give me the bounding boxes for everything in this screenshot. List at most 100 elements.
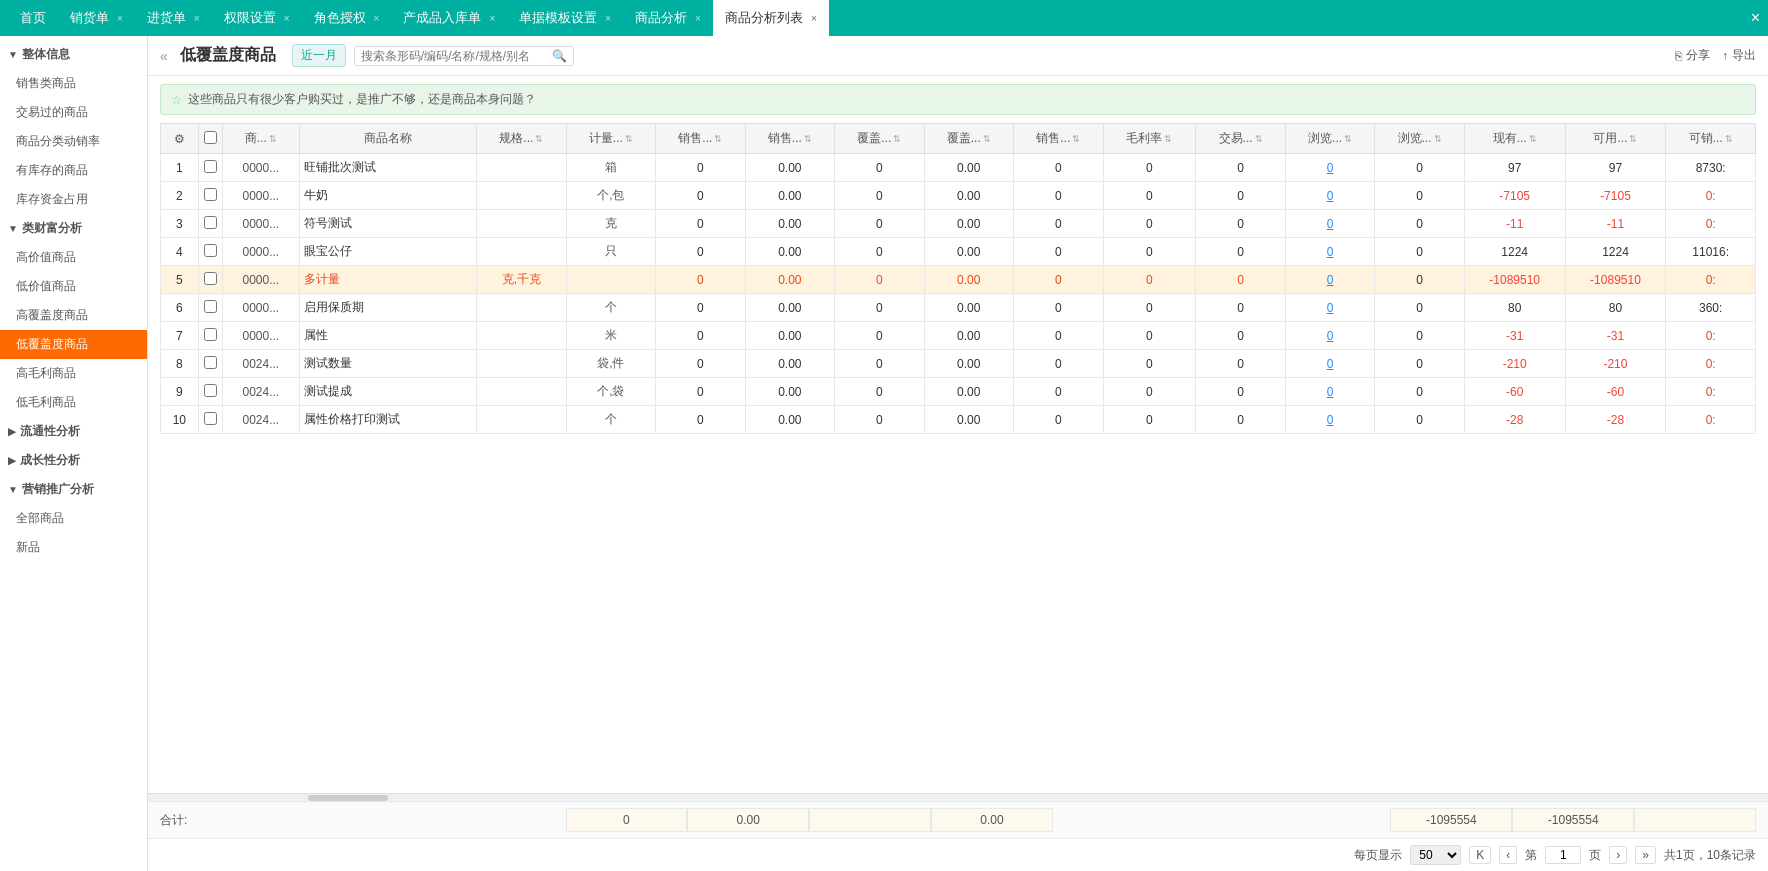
close-icon[interactable]: × [489, 13, 495, 24]
row-checkbox[interactable] [198, 378, 222, 406]
row-select-checkbox[interactable] [204, 412, 217, 425]
row-select-checkbox[interactable] [204, 328, 217, 341]
row-browse1[interactable]: 0 [1285, 266, 1374, 294]
row-browse1[interactable]: 0 [1285, 182, 1374, 210]
row-browse1[interactable]: 0 [1285, 322, 1374, 350]
nav-item-roles[interactable]: 角色授权 × [302, 0, 392, 36]
close-icon[interactable]: × [695, 13, 701, 24]
row-name[interactable]: 属性 [299, 322, 476, 350]
sidebar-item-all-goods[interactable]: 全部商品 [0, 504, 147, 533]
row-select-checkbox[interactable] [204, 272, 217, 285]
page-size-select[interactable]: 50 20 100 [1410, 845, 1461, 865]
nav-item-template[interactable]: 单据模板设置 × [507, 0, 623, 36]
sidebar-item-traded-goods[interactable]: 交易过的商品 [0, 98, 147, 127]
next-page-button[interactable]: › [1609, 846, 1627, 864]
page-number-input[interactable] [1545, 846, 1581, 864]
col-cover2[interactable]: 覆盖...⇅ [924, 124, 1013, 154]
filter-period-button[interactable]: 近一月 [292, 44, 346, 67]
prev-page-button[interactable]: ‹ [1499, 846, 1517, 864]
col-trade[interactable]: 交易...⇅ [1196, 124, 1285, 154]
nav-item-finished-goods[interactable]: 产成品入库单 × [391, 0, 507, 36]
row-name[interactable]: 眼宝公仔 [299, 238, 476, 266]
sidebar-item-low-value[interactable]: 低价值商品 [0, 272, 147, 301]
nav-item-home[interactable]: 首页 [8, 0, 58, 36]
col-checkbox-all[interactable] [198, 124, 222, 154]
sidebar-item-high-value[interactable]: 高价值商品 [0, 243, 147, 272]
sidebar-group-growth-header[interactable]: ▶ 成长性分析 [0, 446, 147, 475]
col-code[interactable]: 商...⇅ [222, 124, 299, 154]
sidebar-item-high-margin[interactable]: 高毛利商品 [0, 359, 147, 388]
sidebar-item-category-rate[interactable]: 商品分类动销率 [0, 127, 147, 156]
sidebar-item-low-margin[interactable]: 低毛利商品 [0, 388, 147, 417]
col-settings[interactable]: ⚙ [161, 124, 199, 154]
col-stock2[interactable]: 可用...⇅ [1565, 124, 1666, 154]
sidebar-item-low-coverage[interactable]: 低覆盖度商品 [0, 330, 147, 359]
sidebar-group-wealth-header[interactable]: ▼ 类财富分析 [0, 214, 147, 243]
close-icon[interactable]: × [117, 13, 123, 24]
row-browse1[interactable]: 0 [1285, 210, 1374, 238]
col-sales3[interactable]: 销售...⇅ [1014, 124, 1103, 154]
nav-item-purchase[interactable]: 进货单 × [135, 0, 212, 36]
col-sales-amt[interactable]: 销售...⇅ [745, 124, 834, 154]
select-all-checkbox[interactable] [204, 131, 217, 144]
row-checkbox[interactable] [198, 238, 222, 266]
sidebar-item-stock-capital[interactable]: 库存资金占用 [0, 185, 147, 214]
row-select-checkbox[interactable] [204, 188, 217, 201]
close-icon[interactable]: × [374, 13, 380, 24]
nav-item-sales[interactable]: 销货单 × [58, 0, 135, 36]
share-button[interactable]: ⎘ 分享 [1675, 47, 1710, 64]
row-select-checkbox[interactable] [204, 244, 217, 257]
row-checkbox[interactable] [198, 266, 222, 294]
row-checkbox[interactable] [198, 406, 222, 434]
row-select-checkbox[interactable] [204, 300, 217, 313]
close-all-button[interactable]: × [1751, 9, 1760, 27]
col-spec[interactable]: 规格...⇅ [477, 124, 566, 154]
col-sellable[interactable]: 可销...⇅ [1666, 124, 1756, 154]
col-stock1[interactable]: 现有...⇅ [1464, 124, 1565, 154]
row-checkbox[interactable] [198, 350, 222, 378]
sidebar-group-liquidity-header[interactable]: ▶ 流通性分析 [0, 417, 147, 446]
row-browse1[interactable]: 0 [1285, 154, 1374, 182]
row-name[interactable]: 多计量 [299, 266, 476, 294]
col-unit[interactable]: 计量...⇅ [566, 124, 655, 154]
row-select-checkbox[interactable] [204, 356, 217, 369]
row-name[interactable]: 测试数量 [299, 350, 476, 378]
close-icon[interactable]: × [194, 13, 200, 24]
row-name[interactable]: 启用保质期 [299, 294, 476, 322]
last-page-button[interactable]: » [1635, 846, 1656, 864]
row-checkbox[interactable] [198, 154, 222, 182]
sidebar-group-marketing-header[interactable]: ▼ 营销推广分析 [0, 475, 147, 504]
row-browse1[interactable]: 0 [1285, 406, 1374, 434]
row-browse1[interactable]: 0 [1285, 378, 1374, 406]
col-margin[interactable]: 毛利率⇅ [1103, 124, 1196, 154]
row-checkbox[interactable] [198, 294, 222, 322]
row-browse1[interactable]: 0 [1285, 294, 1374, 322]
row-name[interactable]: 属性价格打印测试 [299, 406, 476, 434]
horizontal-scrollbar[interactable] [308, 795, 388, 801]
col-browse2[interactable]: 浏览...⇅ [1375, 124, 1464, 154]
close-icon[interactable]: × [811, 13, 817, 24]
close-icon[interactable]: × [284, 13, 290, 24]
col-browse1[interactable]: 浏览...⇅ [1285, 124, 1374, 154]
sidebar-group-overall-header[interactable]: ▼ 整体信息 [0, 40, 147, 69]
nav-item-permissions[interactable]: 权限设置 × [212, 0, 302, 36]
row-checkbox[interactable] [198, 322, 222, 350]
row-checkbox[interactable] [198, 182, 222, 210]
nav-item-product-analysis[interactable]: 商品分析 × [623, 0, 713, 36]
row-select-checkbox[interactable] [204, 384, 217, 397]
col-name[interactable]: 商品名称 [299, 124, 476, 154]
nav-item-product-analysis-list[interactable]: 商品分析列表 × [713, 0, 829, 36]
sidebar-item-sales-goods[interactable]: 销售类商品 [0, 69, 147, 98]
first-page-button[interactable]: K [1469, 846, 1491, 864]
row-browse1[interactable]: 0 [1285, 238, 1374, 266]
row-browse1[interactable]: 0 [1285, 350, 1374, 378]
sidebar-item-new-goods[interactable]: 新品 [0, 533, 147, 562]
row-select-checkbox[interactable] [204, 216, 217, 229]
search-input[interactable] [361, 49, 548, 63]
row-name[interactable]: 旺铺批次测试 [299, 154, 476, 182]
col-sales-qty[interactable]: 销售...⇅ [656, 124, 745, 154]
col-cover1[interactable]: 覆盖...⇅ [835, 124, 924, 154]
sidebar-item-high-coverage[interactable]: 高覆盖度商品 [0, 301, 147, 330]
row-checkbox[interactable] [198, 210, 222, 238]
row-name[interactable]: 牛奶 [299, 182, 476, 210]
